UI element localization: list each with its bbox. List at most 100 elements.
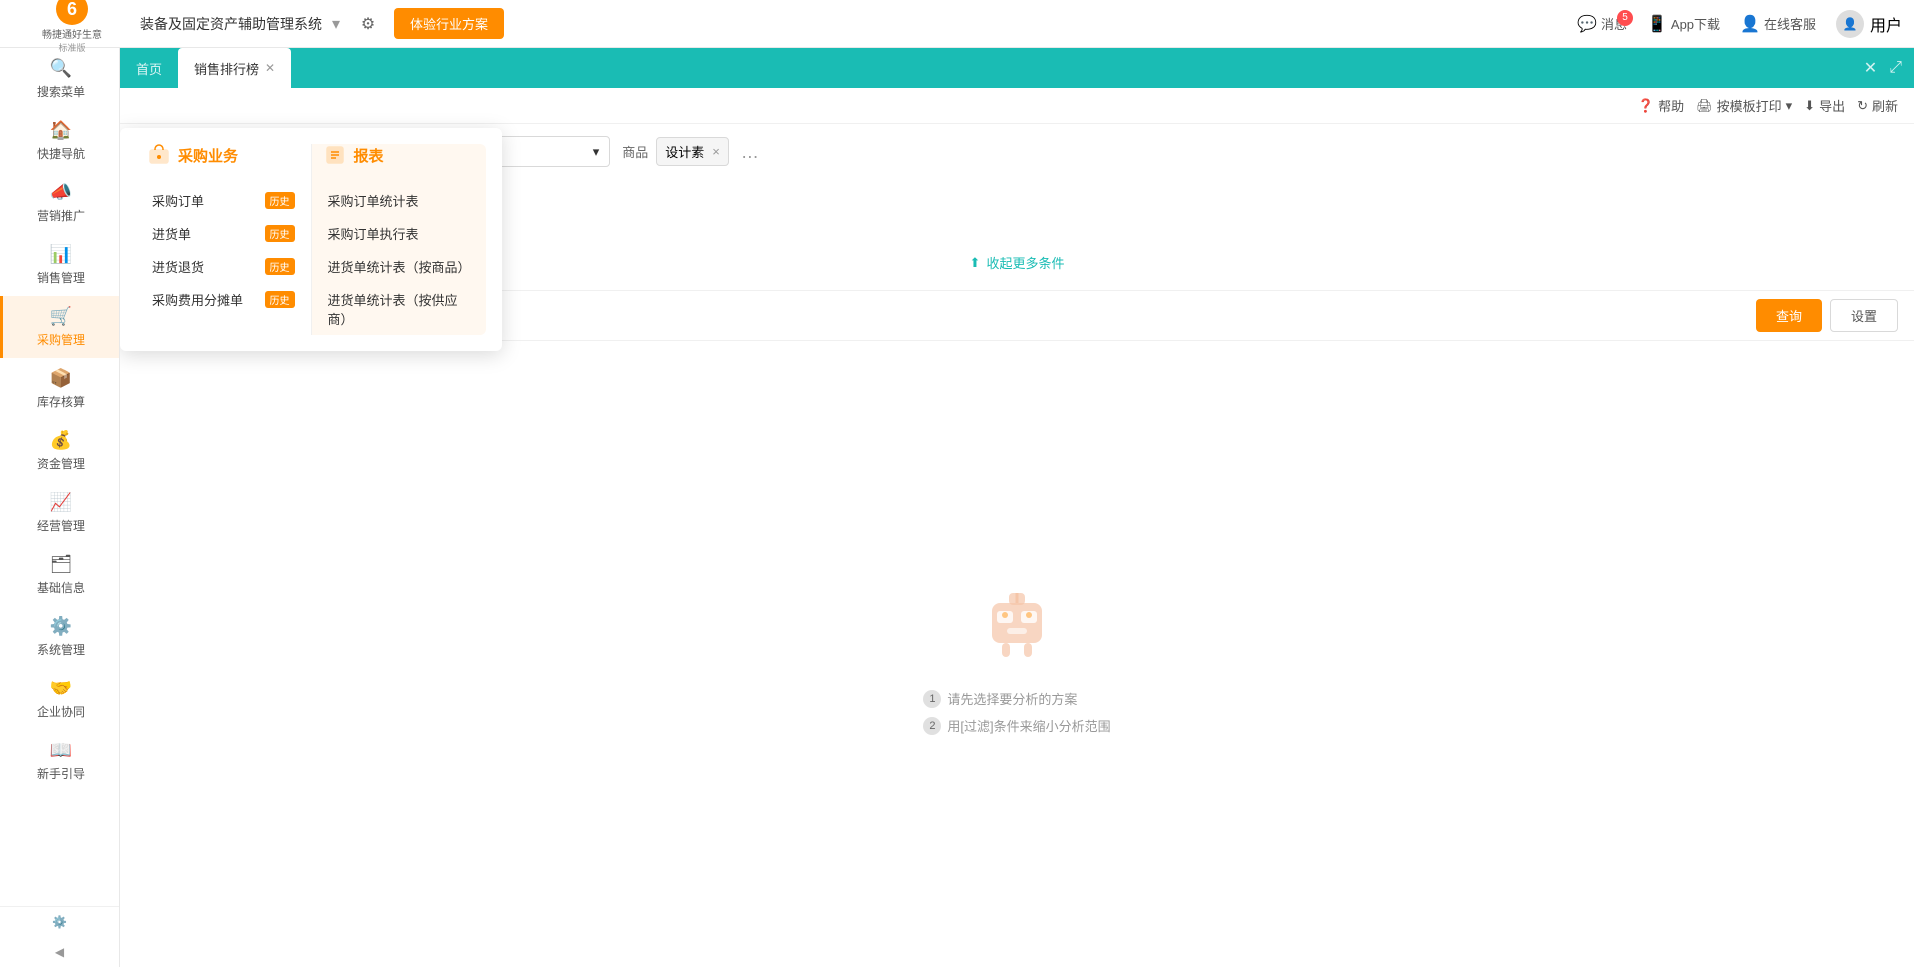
menu-item-stock-stat-supplier[interactable]: 进货单统计表（按供应商） (324, 283, 475, 335)
industry-btn[interactable]: 体验行业方案 (394, 8, 504, 39)
sidebar-item-finance[interactable]: 💰 资金管理 (0, 420, 119, 482)
home-icon: 🏠 (50, 120, 72, 141)
sidebar-item-operations[interactable]: 📈 经营管理 (0, 482, 119, 544)
sidebar-settings-btn[interactable]: ⚙️ (0, 907, 119, 937)
report-menu-section: 报表 采购订单统计表 采购订单执行表 进货单统计表（按商品） 进货单统计表（按供… (312, 144, 487, 335)
sales-icon: 📊 (50, 244, 72, 265)
menu-item-purchase-order[interactable]: 采购订单 历史 (148, 184, 299, 217)
service-label: 在线客服 (1764, 14, 1816, 33)
tab-home[interactable]: 首页 (120, 48, 178, 88)
help-icon: ❓ (1638, 98, 1654, 114)
operations-icon: 📈 (50, 492, 72, 513)
inventory-icon: 📦 (50, 368, 72, 389)
tab-home-label: 首页 (136, 59, 162, 78)
sidebar-label-quick-nav: 快捷导航 (37, 145, 85, 162)
collapse-up-icon: ⬆ (970, 255, 981, 271)
menu-item-purchase-stat[interactable]: 采购订单统计表 (324, 184, 475, 217)
history-badge-2: 历史 (265, 258, 295, 275)
print-dropdown-icon[interactable]: ▾ (1786, 98, 1793, 114)
title-dropdown-icon[interactable]: ▾ (326, 14, 346, 34)
sidebar-label-purchase: 采购管理 (37, 331, 85, 348)
sidebar-item-enterprise[interactable]: 🤝 企业协同 (0, 668, 119, 730)
tab-close-all-icon[interactable]: ✕ (1860, 54, 1881, 82)
tab-bar: 首页 销售排行榜 ✕ ✕ ⤢ (120, 48, 1914, 88)
sidebar-label-basic: 基础信息 (37, 579, 85, 596)
goods-tag-close[interactable]: × (712, 144, 720, 159)
menu-item-label: 进货单统计表（按供应商） (328, 290, 471, 328)
system-settings-icon[interactable]: ⚙ (354, 10, 382, 38)
user-area[interactable]: 👤 用户 (1836, 10, 1902, 38)
purchase-section-title: 采购业务 (148, 144, 299, 172)
enterprise-icon: 🤝 (50, 678, 72, 699)
top-header: 6 畅捷通好生意 标准版 装备及固定资产辅助管理系统 ▾ ⚙ 体验行业方案 💬 … (0, 0, 1914, 48)
tab-close-icon[interactable]: ✕ (265, 61, 275, 75)
refresh-label: 刷新 (1872, 96, 1898, 115)
sidebar-item-system[interactable]: ⚙️ 系统管理 (0, 606, 119, 668)
empty-illustration (967, 573, 1067, 673)
goods-more-btn[interactable]: … (741, 143, 759, 161)
tab-sales-ranking[interactable]: 销售排行榜 ✕ (178, 48, 291, 88)
user-label: 用户 (1870, 12, 1902, 36)
sidebar-item-search[interactable]: 🔍 搜索菜单 (0, 48, 119, 110)
export-btn[interactable]: ⬇ 导出 (1804, 96, 1845, 115)
message-btn[interactable]: 💬 消息 5 (1577, 14, 1627, 34)
history-badge-0: 历史 (265, 192, 295, 209)
empty-state: 1 请先选择要分析的方案 2 用[过滤]条件来缩小分析范围 (120, 341, 1914, 967)
settings-btn[interactable]: 设置 (1830, 299, 1898, 332)
refresh-icon: ↻ (1857, 98, 1868, 114)
menu-item-purchase-expense[interactable]: 采购费用分摊单 历史 (148, 283, 299, 316)
history-badge-1: 历史 (265, 225, 295, 242)
sidebar-label-marketing: 营销推广 (37, 207, 85, 224)
print-icon: 🖨 (1696, 98, 1713, 114)
collapse-label: 收起更多条件 (986, 253, 1064, 272)
app-label: App下载 (1671, 14, 1720, 33)
menu-item-stock-in[interactable]: 进货单 历史 (148, 217, 299, 250)
print-btn[interactable]: 🖨 按模板打印 ▾ (1696, 96, 1792, 115)
page-content: ❓ 帮助 🖨 按模板打印 ▾ ⬇ 导出 ↻ 刷新 (120, 88, 1914, 967)
sidebar-label-inventory: 库存核算 (37, 393, 85, 410)
sidebar-bottom: ⚙️ ◀ (0, 906, 119, 967)
sidebar-label-sales: 销售管理 (37, 269, 85, 286)
sidebar-collapse-btn[interactable]: ◀ (0, 937, 119, 967)
help-label: 帮助 (1658, 96, 1684, 115)
query-btn[interactable]: 查询 (1756, 299, 1822, 332)
purchase-icon: 🛒 (50, 306, 72, 327)
menu-item-stock-return[interactable]: 进货退货 历史 (148, 250, 299, 283)
empty-tip-2: 2 用[过滤]条件来缩小分析范围 (923, 716, 1110, 735)
avatar: 👤 (1836, 10, 1864, 38)
report-section-icon (324, 144, 346, 166)
system-icon: ⚙️ (50, 616, 72, 637)
service-icon: 👤 (1740, 14, 1760, 34)
sidebar-item-sales[interactable]: 📊 销售管理 (0, 234, 119, 296)
finance-icon: 💰 (50, 430, 72, 451)
app-download-btn[interactable]: 📱 App下载 (1647, 14, 1720, 34)
menu-item-label: 采购订单 (152, 191, 204, 210)
sidebar-item-purchase[interactable]: 🛒 采购管理 (0, 296, 119, 358)
help-btn[interactable]: ❓ 帮助 (1638, 96, 1684, 115)
edition-label: 标准版 (58, 41, 85, 54)
goods-label: 商品 (622, 142, 648, 161)
sidebar-item-guide[interactable]: 📖 新手引导 (0, 730, 119, 792)
search-icon: 🔍 (50, 58, 72, 79)
sidebar-item-quick-nav[interactable]: 🏠 快捷导航 (0, 110, 119, 172)
guide-icon: 📖 (50, 740, 72, 761)
sidebar-item-inventory[interactable]: 📦 库存核算 (0, 358, 119, 420)
export-icon: ⬇ (1804, 98, 1815, 114)
menu-item-stock-stat-goods[interactable]: 进货单统计表（按商品） (324, 250, 475, 283)
logo-area: 6 畅捷通好生意 标准版 (12, 0, 132, 54)
sidebar-item-basic[interactable]: 🗂 基础信息 (0, 544, 119, 606)
refresh-btn[interactable]: ↻ 刷新 (1857, 96, 1898, 115)
purchase-dropdown-menu: 采购业务 采购订单 历史 进货单 历史 进货退货 历史 (120, 128, 502, 351)
tab-expand-icon[interactable]: ⤢ (1885, 55, 1906, 81)
sidebar-item-marketing[interactable]: 📣 营销推广 (0, 172, 119, 234)
message-icon: 💬 (1577, 14, 1597, 34)
goods-filter-group: 商品 设计素 × (622, 137, 729, 166)
menu-item-purchase-exec[interactable]: 采购订单执行表 (324, 217, 475, 250)
system-title: 装备及固定资产辅助管理系统 (140, 14, 322, 34)
report-section-title: 报表 (324, 144, 475, 172)
chevron-down-icon: ▾ (593, 144, 600, 160)
content-area: 首页 销售排行榜 ✕ ✕ ⤢ ❓ 帮助 🖨 按模板打印 (120, 48, 1914, 967)
service-btn[interactable]: 👤 在线客服 (1740, 14, 1816, 34)
sidebar: 🔍 搜索菜单 🏠 快捷导航 📣 营销推广 📊 销售管理 🛒 采购管理 📦 库存核… (0, 48, 120, 967)
sidebar-label-guide: 新手引导 (37, 765, 85, 782)
